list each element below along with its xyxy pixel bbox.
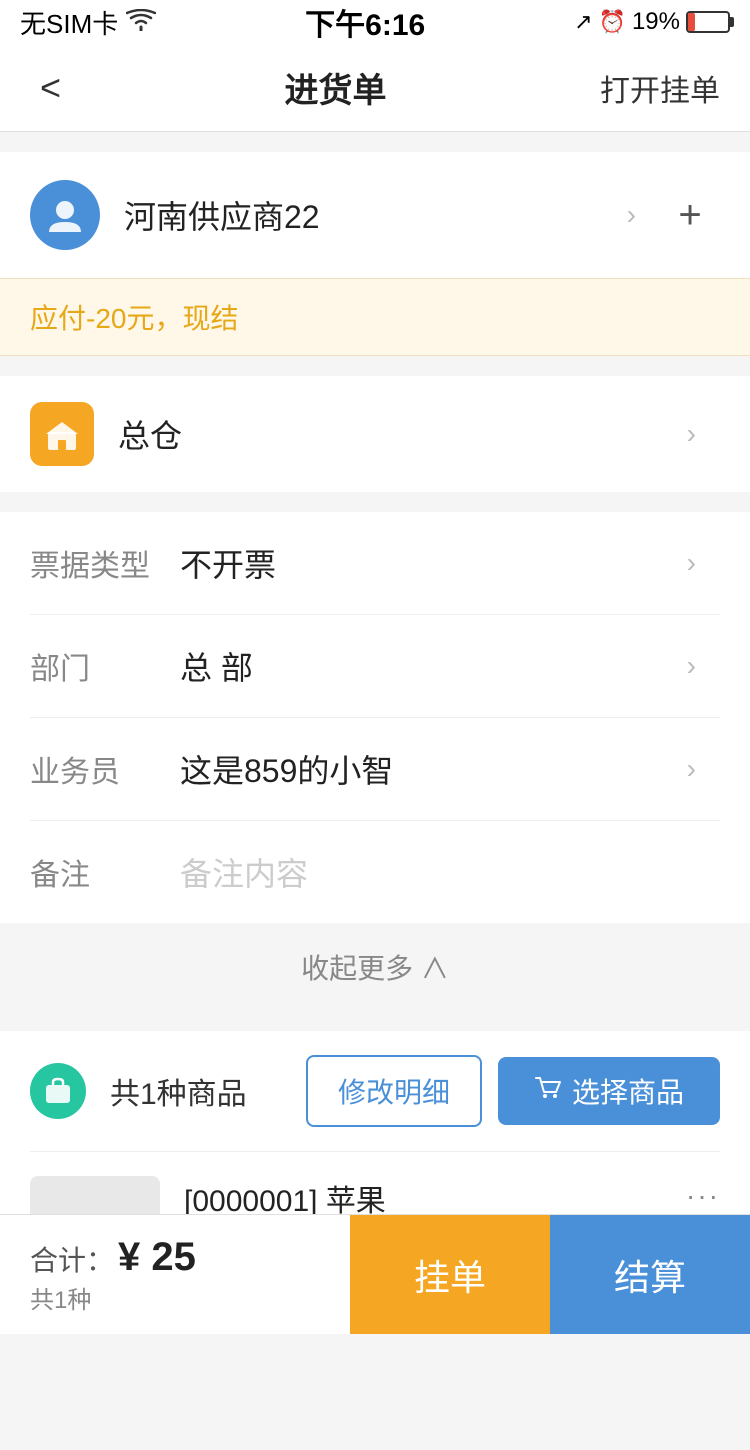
- edit-detail-button[interactable]: 修改明细: [306, 1055, 482, 1127]
- select-product-label: 选择商品: [572, 1071, 684, 1111]
- department-chevron-icon: ›: [687, 650, 696, 682]
- warehouse-section: 总仓 ›: [0, 376, 750, 492]
- warehouse-chevron-icon: ›: [687, 418, 696, 450]
- supplier-section: 河南供应商22 › + 应付-20元，现结: [0, 152, 750, 356]
- warehouse-name: 总仓: [118, 411, 687, 457]
- hold-button[interactable]: 挂单: [350, 1215, 550, 1334]
- invoice-type-row[interactable]: 票据类型 不开票 ›: [0, 512, 750, 614]
- salesman-label: 业务员: [30, 747, 180, 791]
- invoice-type-label: 票据类型: [30, 541, 180, 585]
- select-product-button[interactable]: 选择商品: [498, 1057, 720, 1125]
- location-icon: ↗: [574, 9, 592, 35]
- settle-button[interactable]: 结算: [550, 1215, 750, 1334]
- total-label: 合计：: [30, 1239, 114, 1279]
- salesman-row[interactable]: 业务员 这是859的小智 ›: [0, 718, 750, 820]
- nav-bar: < 进货单 打开挂单: [0, 44, 750, 132]
- remark-row[interactable]: 备注 备注内容: [0, 821, 750, 923]
- salesman-chevron-icon: ›: [687, 753, 696, 785]
- total-amount: ¥ 25: [118, 1235, 196, 1280]
- status-left: 无SIM卡: [20, 4, 156, 41]
- total-count: 共1种: [30, 1280, 320, 1315]
- alarm-icon: ⏰: [599, 9, 626, 35]
- supplier-avatar: [30, 180, 100, 250]
- notice-bar: 应付-20元，现结: [0, 278, 750, 356]
- salesman-value: 这是859的小智: [180, 746, 687, 792]
- signal-text: 无SIM卡: [20, 4, 118, 41]
- supplier-name: 河南供应商22: [124, 192, 627, 238]
- page-title: 进货单: [285, 63, 387, 112]
- supplier-row[interactable]: 河南供应商22 › +: [0, 152, 750, 278]
- remark-label: 备注: [30, 850, 180, 894]
- invoice-chevron-icon: ›: [687, 547, 696, 579]
- more-dots-icon[interactable]: ···: [686, 1180, 720, 1212]
- product-count-text: 共1种商品: [110, 1069, 306, 1113]
- wifi-icon: [126, 7, 156, 38]
- product-more[interactable]: ···: [660, 1176, 720, 1212]
- bottom-bar: 合计： ¥ 25 共1种 挂单 结算: [0, 1214, 750, 1334]
- department-row[interactable]: 部门 总 部 ›: [0, 615, 750, 717]
- invoice-type-value: 不开票: [180, 540, 687, 586]
- product-count-icon: [30, 1063, 86, 1119]
- add-button[interactable]: +: [660, 185, 720, 245]
- supplier-chevron-icon: ›: [627, 199, 636, 231]
- battery-icon: [686, 11, 730, 33]
- remark-placeholder: 备注内容: [180, 849, 720, 895]
- department-label: 部门: [30, 644, 180, 688]
- product-header: 共1种商品 修改明细 选择商品: [0, 1031, 750, 1151]
- warehouse-row[interactable]: 总仓 ›: [0, 376, 750, 492]
- battery-percent: 19%: [632, 8, 680, 36]
- form-section: 票据类型 不开票 › 部门 总 部 › 业务员 这是859的小智 › 备注 备注…: [0, 512, 750, 923]
- warehouse-icon: [30, 402, 94, 466]
- status-bar: 无SIM卡 下午6:16 ↗ ⏰ 19%: [0, 0, 750, 44]
- department-value: 总 部: [180, 643, 687, 689]
- back-button[interactable]: <: [30, 57, 71, 119]
- status-time: 下午6:16: [305, 0, 425, 44]
- status-right: ↗ ⏰ 19%: [574, 8, 730, 36]
- cart-icon: [534, 1075, 562, 1107]
- open-hold-button[interactable]: 打开挂单: [600, 66, 720, 110]
- total-section: 合计： ¥ 25 共1种: [0, 1215, 350, 1334]
- collapse-button[interactable]: 收起更多 ∧: [0, 923, 750, 1011]
